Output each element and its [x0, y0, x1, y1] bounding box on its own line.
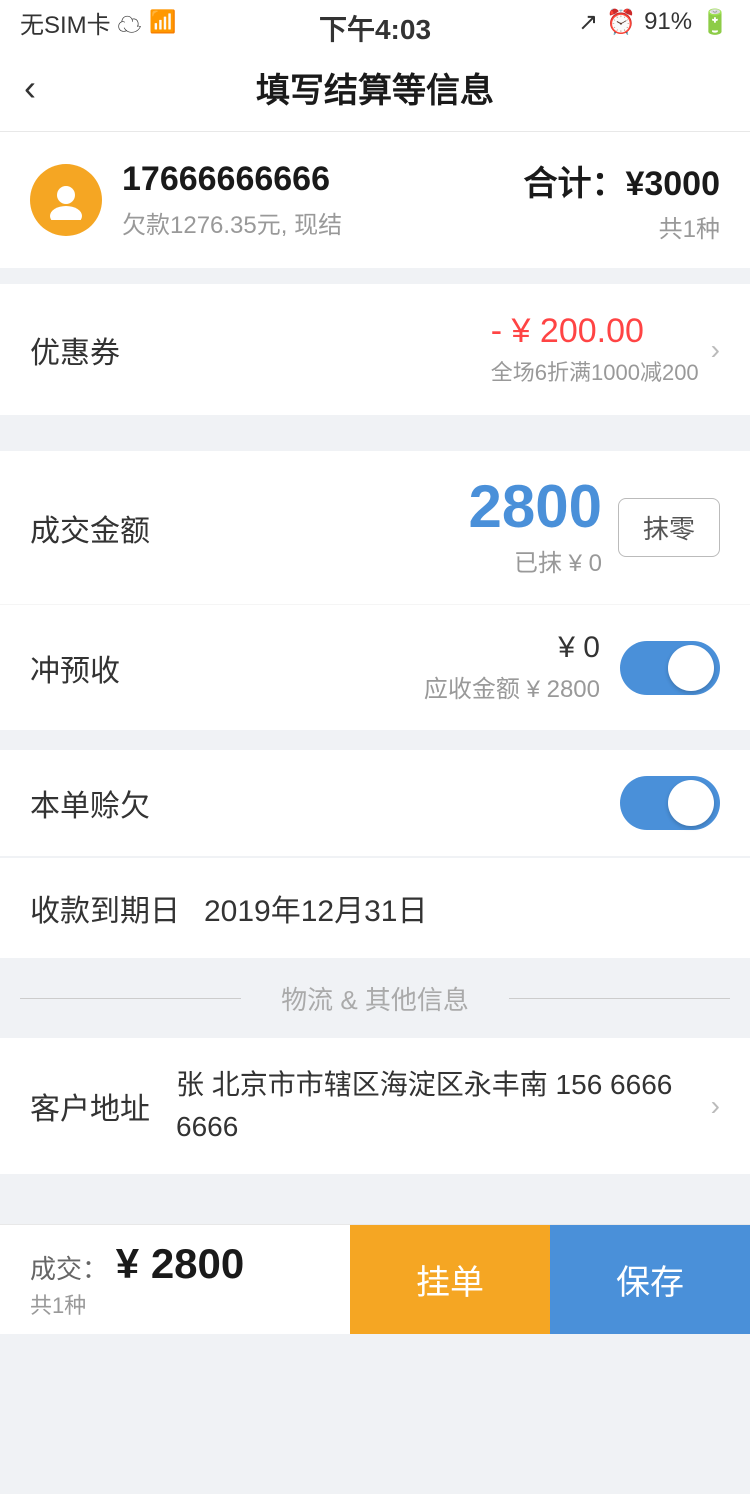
precharge-row: 冲预收 ¥ 0 应收金额 ¥ 2800	[0, 605, 750, 730]
section-divider-1	[0, 431, 750, 451]
customer-right: 合计：¥3000 共1种	[523, 156, 720, 244]
precharge-amount: ¥ 0	[558, 631, 600, 665]
battery-label: 91%	[644, 8, 692, 36]
precharge-toggle[interactable]	[620, 641, 720, 695]
total-value: 合计：¥3000	[523, 156, 720, 205]
bottom-summary: 成交： ¥ 2800 共1种	[0, 1240, 350, 1320]
debt-toggle[interactable]	[620, 776, 720, 830]
bottom-actions: 挂单 保存	[350, 1225, 750, 1334]
status-left: 无SIM卡 ☁ 📶	[20, 5, 177, 40]
coupon-right-col: - ¥ 200.00 全场6折满1000减200	[491, 312, 699, 387]
status-bar: 无SIM卡 ☁ 📶 下午4:03 ↗ ⏰ 91% 🔋	[0, 0, 750, 44]
debt-row: 本单赊欠	[0, 750, 750, 856]
address-value: 张 北京市市辖区海淀区永丰南 156 6666 6666	[160, 1064, 711, 1148]
deal-label: 成交金额	[30, 506, 190, 550]
toggle-knob	[668, 645, 714, 691]
back-button[interactable]: ‹	[24, 67, 36, 109]
summary-count: 共1种	[30, 1288, 320, 1320]
logistics-divider: 物流 & 其他信息	[0, 958, 750, 1038]
coupon-desc: 全场6折满1000减200	[491, 355, 699, 387]
avatar	[30, 164, 102, 236]
due-date-label: 收款到期日	[30, 886, 180, 930]
deal-right-col: 2800 已抹 ¥ 0	[469, 477, 602, 578]
sim-label: 无SIM卡 ☁	[20, 5, 141, 40]
divider-thin	[0, 856, 750, 857]
deal-value-group: 2800 已抹 ¥ 0 抹零	[469, 477, 721, 578]
debt-label: 本单赊欠	[30, 781, 190, 825]
address-section[interactable]: 客户地址 张 北京市市辖区海淀区永丰南 156 6666 6666 ›	[0, 1038, 750, 1174]
customer-left: 17666666666 欠款1276.35元, 现结	[30, 160, 342, 240]
address-chevron-icon: ›	[711, 1090, 720, 1122]
precharge-receivable: 应收金额 ¥ 2800	[424, 669, 600, 704]
save-button[interactable]: 保存	[550, 1225, 750, 1334]
due-date-section: 收款到期日 2019年12月31日	[0, 858, 750, 958]
customer-phone: 17666666666	[122, 160, 342, 199]
round-button[interactable]: 抹零	[618, 498, 720, 557]
customer-debt: 欠款1276.35元, 现结	[122, 205, 342, 240]
logistics-line-left	[20, 998, 241, 999]
deal-section: 成交金额 2800 已抹 ¥ 0 抹零 冲预收 ¥ 0 应收金额 ¥ 2800	[0, 451, 750, 730]
debt-toggle-knob	[668, 780, 714, 826]
location-icon: ↗	[578, 8, 598, 37]
debt-section: 本单赊欠	[0, 750, 750, 856]
logistics-text: 物流 & 其他信息	[281, 980, 469, 1017]
page-title: 填写结算等信息	[256, 63, 494, 112]
summary-amount: ¥ 2800	[116, 1240, 244, 1287]
address-label: 客户地址	[30, 1084, 160, 1128]
section-divider-2	[0, 730, 750, 750]
precharge-values: ¥ 0 应收金额 ¥ 2800	[424, 631, 600, 704]
deal-amount: 2800	[469, 477, 602, 537]
summary-line1: 成交： ¥ 2800	[30, 1240, 320, 1288]
total-count: 共1种	[523, 209, 720, 244]
alarm-icon: ⏰	[606, 8, 636, 37]
deal-sub: 已抹 ¥ 0	[514, 543, 602, 578]
status-right: ↗ ⏰ 91% 🔋	[578, 8, 730, 37]
deal-row: 成交金额 2800 已抹 ¥ 0 抹零	[0, 451, 750, 605]
chevron-right-icon: ›	[711, 334, 720, 366]
coupon-discount: - ¥ 200.00	[491, 312, 699, 351]
nav-bar: ‹ 填写结算等信息	[0, 44, 750, 132]
due-date-value: 2019年12月31日	[204, 886, 427, 930]
wifi-icon: 📶	[149, 9, 176, 35]
logistics-line-right	[509, 998, 730, 999]
coupon-label: 优惠券	[30, 328, 120, 372]
battery-icon: 🔋	[700, 8, 730, 37]
coupon-row[interactable]: 优惠券 - ¥ 200.00 全场6折满1000减200 ›	[0, 284, 750, 415]
hold-button[interactable]: 挂单	[350, 1225, 550, 1334]
coupon-right: - ¥ 200.00 全场6折满1000减200 ›	[491, 312, 720, 387]
bottom-bar: 成交： ¥ 2800 共1种 挂单 保存	[0, 1224, 750, 1334]
precharge-label: 冲预收	[30, 646, 190, 690]
customer-info: 17666666666 欠款1276.35元, 现结	[122, 160, 342, 240]
summary-label: 成交：	[30, 1254, 108, 1284]
status-time: 下午4:03	[319, 8, 431, 48]
precharge-right-group: ¥ 0 应收金额 ¥ 2800	[424, 631, 720, 704]
customer-card: 17666666666 欠款1276.35元, 现结 合计：¥3000 共1种	[0, 132, 750, 268]
